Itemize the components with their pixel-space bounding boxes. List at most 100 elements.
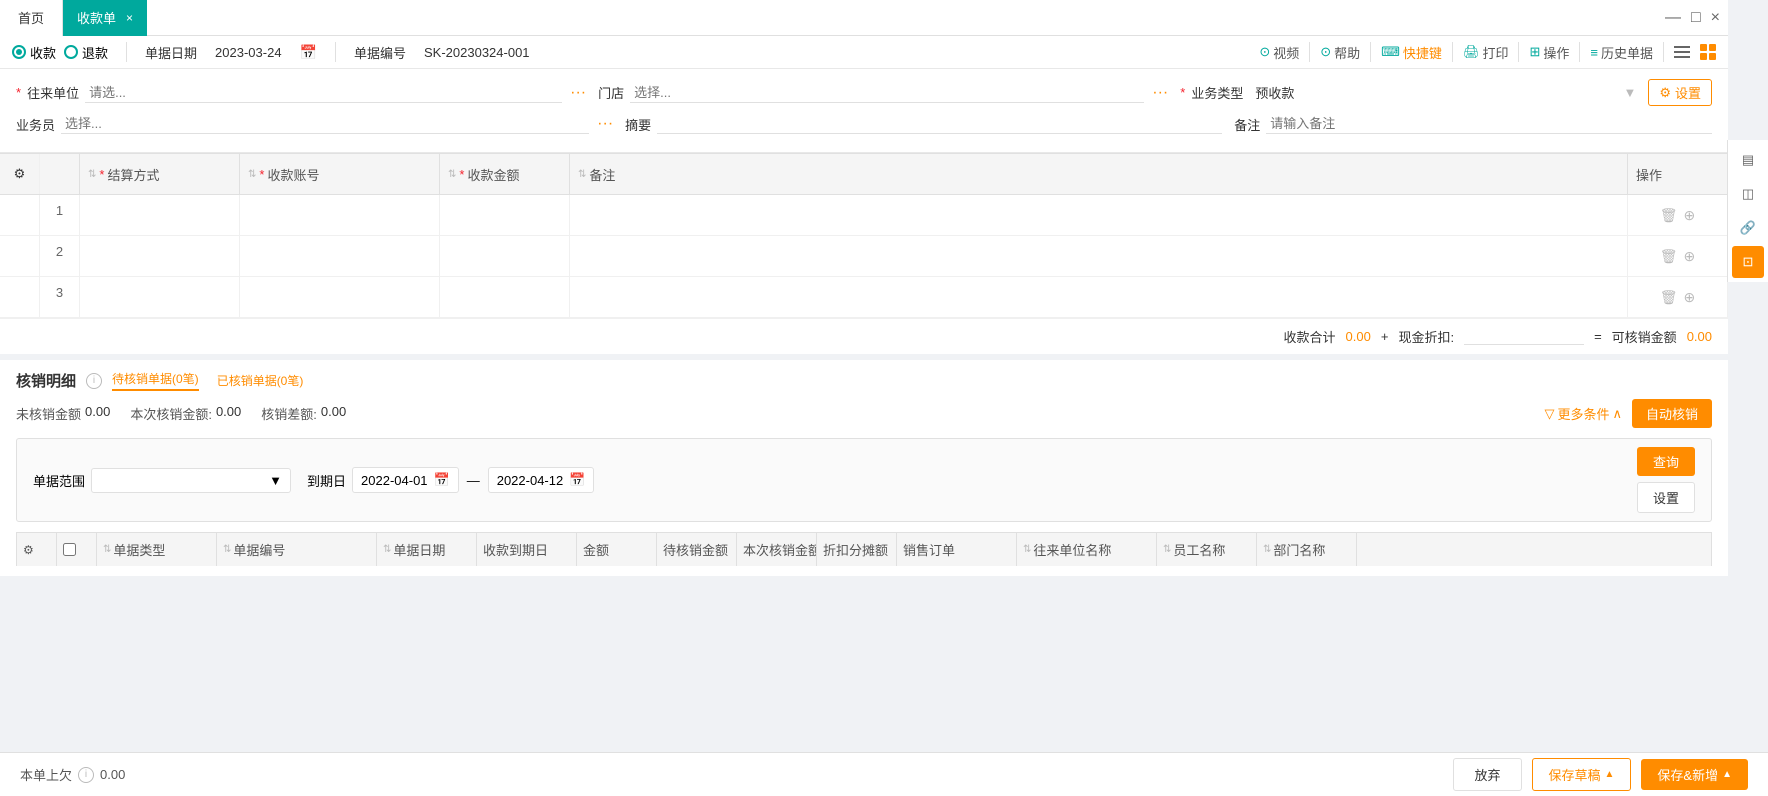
radio-refund-dot — [64, 45, 78, 59]
date-to-cal-icon: 📅 — [569, 472, 585, 488]
row-remark-3[interactable] — [570, 277, 1628, 317]
recon-th-discount-label: 折扣分摊额 — [823, 540, 888, 559]
radio-refund-label: 退款 — [82, 43, 108, 62]
staff-more-icon[interactable]: ··· — [597, 115, 613, 133]
discount-label: 现金折扣: — [1398, 327, 1454, 346]
staff-input[interactable] — [61, 114, 589, 134]
more-conditions-label: 更多条件 — [1557, 404, 1609, 423]
remark-field: 备注 — [1234, 114, 1712, 134]
query-button[interactable]: 查询 — [1637, 447, 1695, 476]
row-remark-1[interactable] — [570, 195, 1628, 235]
delete-icon-2[interactable]: 🗑 — [1660, 248, 1678, 265]
range-field: 单据范围 ▼ — [33, 468, 291, 493]
remark-input[interactable] — [1266, 114, 1712, 134]
more-conditions-btn[interactable]: ▽ 更多条件 ∧ — [1544, 404, 1622, 423]
current-label: 本次核销金额: — [130, 404, 212, 423]
copy-icon-2[interactable]: ⊕ — [1684, 248, 1696, 265]
ops-label: 操作 — [1543, 43, 1569, 62]
settings-button[interactable]: ⚙ 设置 — [1648, 79, 1712, 106]
minimize-btn[interactable]: — — [1665, 9, 1681, 27]
bottom-bar: 本单上欠 i 0.00 放弃 保存草稿 ▲ 保存&新增 ▲ — [0, 752, 1768, 796]
col-settings[interactable]: ⚙ — [0, 154, 40, 194]
biz-type-arrow[interactable]: ▼ — [1623, 85, 1636, 100]
th-account: ⇅ * 收款账号 — [240, 154, 440, 194]
recon-th-staff-label: 员工名称 — [1173, 540, 1225, 559]
th-settlement-label: 结算方式 — [107, 165, 159, 184]
grid-icon[interactable] — [1700, 44, 1716, 60]
divider-3 — [1309, 42, 1310, 62]
date-from-input[interactable]: 2022-04-01 📅 — [352, 467, 459, 493]
select-all-checkbox[interactable] — [63, 543, 76, 556]
row-settlement-3[interactable] — [80, 277, 240, 317]
counterpart-more-icon[interactable]: ··· — [570, 84, 586, 102]
row-num-2: 2 — [40, 236, 80, 276]
draft-button[interactable]: 保存草稿 ▲ — [1532, 758, 1632, 791]
row-amount-3[interactable] — [440, 277, 570, 317]
video-btn[interactable]: ⊙ 视频 — [1259, 43, 1299, 62]
radio-receipt[interactable]: 收款 — [12, 43, 56, 62]
recon-th-doctype: ⇅ 单据类型 — [97, 533, 217, 566]
sidebar-table-icon[interactable]: ▤ — [1732, 144, 1764, 176]
row-amount-2[interactable] — [440, 236, 570, 276]
row-remark-2[interactable] — [570, 236, 1628, 276]
auto-reconcile-btn[interactable]: 自动核销 — [1632, 399, 1712, 428]
row-settings-2 — [0, 236, 40, 276]
tab-close-icon[interactable]: × — [126, 11, 133, 25]
date-range: 2022-04-01 📅 — 2022-04-12 📅 — [352, 467, 594, 493]
close-btn[interactable]: × — [1711, 9, 1720, 27]
shop-more-icon[interactable]: ··· — [1152, 84, 1168, 102]
row-account-3[interactable] — [240, 277, 440, 317]
copy-icon-1[interactable]: ⊕ — [1684, 207, 1696, 224]
row-amount-1[interactable] — [440, 195, 570, 235]
form-area: * 往来单位 ··· 门店 ··· * 业务类型 预收款 ▼ ⚙ 设置 — [0, 69, 1728, 153]
row-account-2[interactable] — [240, 236, 440, 276]
maximize-btn[interactable]: □ — [1691, 9, 1701, 27]
tab-home[interactable]: 首页 — [0, 0, 63, 36]
recon-th-checkbox[interactable] — [57, 533, 97, 566]
menu-icon[interactable] — [1674, 46, 1690, 58]
counterpart-input[interactable] — [85, 83, 562, 103]
counterpart-label: 往来单位 — [27, 83, 79, 102]
delete-icon-3[interactable]: 🗑 — [1660, 289, 1678, 306]
help-btn[interactable]: ⊙ 帮助 — [1320, 43, 1360, 62]
discount-input[interactable] — [1464, 329, 1584, 345]
copy-icon-3[interactable]: ⊕ — [1684, 289, 1696, 306]
sidebar-link-icon[interactable]: 🔗 — [1732, 212, 1764, 244]
shortcut-btn[interactable]: ⌨ 快捷键 — [1381, 43, 1442, 62]
sidebar-expand-icon[interactable]: ⊡ — [1732, 246, 1764, 278]
tab-receipt[interactable]: 收款单 × — [63, 0, 147, 36]
required-star-2: * — [1180, 85, 1185, 100]
bottom-info-icon[interactable]: i — [78, 767, 94, 783]
row-settlement-1[interactable] — [80, 195, 240, 235]
summary-input[interactable] — [657, 114, 1222, 134]
draft-arrow-icon: ▲ — [1605, 769, 1615, 780]
date-to-input[interactable]: 2022-04-12 📅 — [488, 467, 595, 493]
discard-button[interactable]: 放弃 — [1453, 758, 1521, 791]
recon-th-pending-label: 待核销金额 — [663, 540, 728, 559]
recon-th-settings[interactable]: ⚙ — [17, 533, 57, 566]
range-select[interactable]: ▼ — [91, 468, 291, 493]
info-icon[interactable]: i — [86, 373, 102, 389]
staff-label: 业务员 — [16, 115, 55, 134]
save-button[interactable]: 保存&新增 ▲ — [1641, 759, 1748, 790]
history-btn[interactable]: ≡ 历史单据 — [1590, 43, 1653, 62]
radio-refund[interactable]: 退款 — [64, 43, 108, 62]
sidebar-doc-icon[interactable]: ◫ — [1732, 178, 1764, 210]
shop-input[interactable] — [630, 83, 1144, 103]
delete-icon-1[interactable]: 🗑 — [1660, 207, 1678, 224]
done-tab[interactable]: 已核销单据(0笔) — [217, 372, 304, 389]
recon-settings-button[interactable]: 设置 — [1637, 482, 1695, 513]
calendar-icon[interactable]: 📅 — [300, 44, 317, 61]
row-settlement-2[interactable] — [80, 236, 240, 276]
print-btn[interactable]: 🖨 打印 — [1463, 43, 1509, 62]
pending-tab[interactable]: 待核销单据(0笔) — [112, 370, 199, 391]
ops-btn[interactable]: ⊞ 操作 — [1529, 43, 1569, 62]
recon-table-header: ⚙ ⇅ 单据类型 ⇅ 单据编号 ⇅ 单据日期 收款到期日 金额 待核销金额 — [16, 532, 1712, 566]
form-row-2: 业务员 ··· 摘要 备注 — [16, 114, 1712, 134]
date-value: 2023-03-24 — [215, 45, 282, 60]
divider-7 — [1579, 42, 1580, 62]
summary-label: 摘要 — [625, 115, 651, 134]
date-range-dash: — — [467, 473, 480, 488]
recon-th-docdate-label: 单据日期 — [393, 540, 445, 559]
row-account-1[interactable] — [240, 195, 440, 235]
